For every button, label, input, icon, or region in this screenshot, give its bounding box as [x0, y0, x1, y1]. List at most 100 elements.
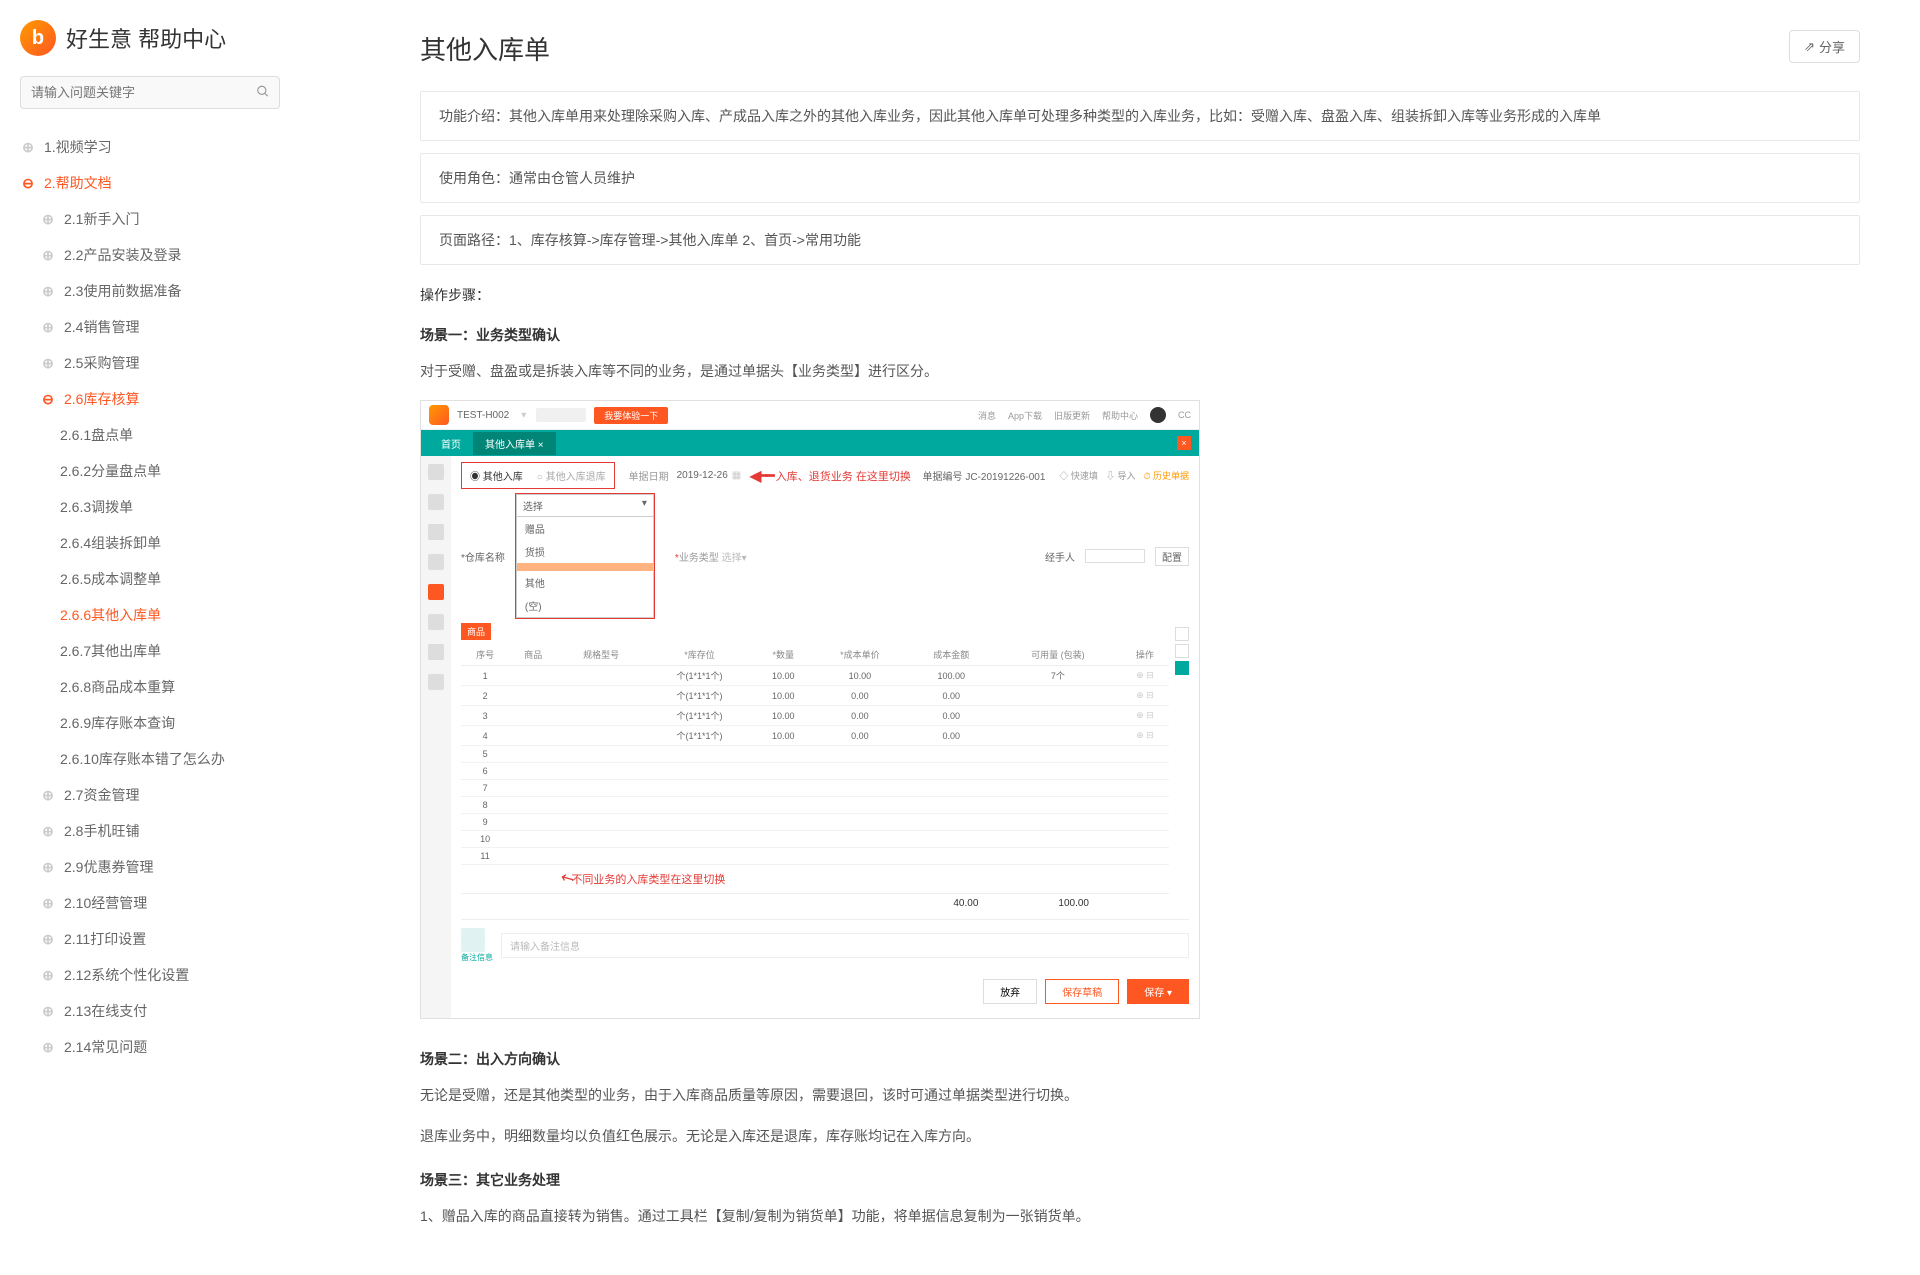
nav-2-6-6[interactable]: 2.6.6其他入库单	[20, 597, 300, 633]
ss-nav-icon	[428, 674, 444, 690]
cell: 个(1*1*1个)	[645, 686, 754, 706]
th: *数量	[754, 644, 812, 666]
nav-2-14[interactable]: ⊕2.14常见问题	[20, 1029, 300, 1065]
plus-icon: ⊕	[40, 355, 56, 371]
nav-video[interactable]: ⊕1.视频学习	[20, 129, 300, 165]
nav-2-7[interactable]: ⊕2.7资金管理	[20, 777, 300, 813]
share-icon: ⇗	[1804, 39, 1815, 55]
nav-label: 2.6.4组装拆卸单	[60, 533, 161, 553]
ss-tool-import: ⇩ 导入	[1106, 469, 1136, 482]
table-row: 4个(1*1*1个)10.000.000.00⊕ ⊟	[461, 726, 1169, 746]
nav-2-6-10[interactable]: 2.6.10库存账本错了怎么办	[20, 741, 300, 777]
nav-2-3[interactable]: ⊕2.3使用前数据准备	[20, 273, 300, 309]
ss-search	[536, 408, 586, 422]
logo-icon: b	[20, 20, 56, 56]
role-box: 使用角色：通常由仓管人员维护	[420, 153, 1860, 203]
nav-2-6-8[interactable]: 2.6.8商品成本重算	[20, 669, 300, 705]
nav-label: 2.6.8商品成本重算	[60, 677, 175, 697]
table-row: 11	[461, 848, 1169, 865]
nav-2-4[interactable]: ⊕2.4销售管理	[20, 309, 300, 345]
nav-2-6-7[interactable]: 2.6.7其他出库单	[20, 633, 300, 669]
nav-2-2[interactable]: ⊕2.2产品安装及登录	[20, 237, 300, 273]
scene2-text2: 退库业务中，明细数量均以负值红色展示。无论是入库还是退库，库存账均记在入库方向。	[420, 1124, 1860, 1149]
nav-2-13[interactable]: ⊕2.13在线支付	[20, 993, 300, 1029]
path-box: 页面路径：1、库存核算->库存管理->其他入库单 2、首页->常用功能	[420, 215, 1860, 265]
ss-actions: 放弃 保存草稿 保存 ▾	[461, 971, 1189, 1012]
nav-label: 2.7资金管理	[64, 785, 139, 805]
cell: ⊕ ⊟	[1121, 686, 1169, 706]
cell: 0.00	[812, 686, 907, 706]
ss-tab-goods: 商品	[461, 623, 491, 640]
nav-2-6-3[interactable]: 2.6.3调拨单	[20, 489, 300, 525]
nav-2-1[interactable]: ⊕2.1新手入门	[20, 201, 300, 237]
search-icon[interactable]	[256, 84, 270, 101]
plus-icon: ⊕	[40, 211, 56, 227]
ss-annotation2: 不同业务的入库类型在这里切换	[571, 871, 725, 887]
nav-label: 2.6.1盘点单	[60, 425, 133, 445]
ss-annotation1: 入库、退货业务 在这里切换	[776, 468, 911, 484]
ss-logo-icon	[429, 405, 449, 425]
logo-area: b 好生意 帮助中心	[20, 20, 300, 56]
nav-2-12[interactable]: ⊕2.12系统个性化设置	[20, 957, 300, 993]
share-button[interactable]: ⇗ 分享	[1789, 30, 1860, 63]
table-row: 1个(1*1*1个)10.0010.00100.007个⊕ ⊟	[461, 666, 1169, 686]
nav-helpdoc[interactable]: ⊖2.帮助文档	[20, 165, 300, 201]
ss-red-highlight-box: ◉ 其他入库 ○ 其他入库退库	[461, 462, 615, 489]
ss-upgrade: 旧版更新	[1054, 409, 1090, 422]
ss-remark-label: 备注信息	[461, 952, 493, 963]
ss-body: ◉ 其他入库 ○ 其他入库退库 单据日期 2019-12-26 ▦ ◀━━ 入库…	[421, 456, 1199, 1018]
nav-label: 1.视频学习	[44, 137, 112, 157]
scene3-title: 场景三：其它业务处理	[420, 1170, 1860, 1190]
ss-tool-icon	[1175, 644, 1189, 658]
nav-2-9[interactable]: ⊕2.9优惠券管理	[20, 849, 300, 885]
nav-2-8[interactable]: ⊕2.8手机旺铺	[20, 813, 300, 849]
ss-dd-item: 其他	[517, 571, 653, 594]
nav-label: 2.6.5成本调整单	[60, 569, 161, 589]
plus-icon: ⊕	[40, 319, 56, 335]
nav-label: 2.帮助文档	[44, 173, 112, 193]
label: 快速填	[1071, 471, 1098, 481]
th: *成本单价	[812, 644, 907, 666]
nav-label: 2.6.6其他入库单	[60, 605, 161, 625]
nav-2-6-9[interactable]: 2.6.9库存账本查询	[20, 705, 300, 741]
ss-handler-input	[1085, 549, 1145, 563]
nav-2-6-5[interactable]: 2.6.5成本调整单	[20, 561, 300, 597]
nav-2-6-2[interactable]: 2.6.2分量盘点单	[20, 453, 300, 489]
ss-help: 帮助中心	[1102, 409, 1138, 422]
ss-remark-icon	[461, 928, 485, 952]
cell: 0.00	[907, 726, 995, 746]
cell	[557, 666, 645, 686]
nav-label: 2.6.3调拨单	[60, 497, 133, 517]
ss-topbar: TEST-H002 ▾ 我要体验一下 消息 App下载 旧版更新 帮助中心 CC	[421, 401, 1199, 430]
ss-experience-btn: 我要体验一下	[594, 407, 668, 424]
nav-2-5[interactable]: ⊕2.5采购管理	[20, 345, 300, 381]
th: 成本金额	[907, 644, 995, 666]
ss-company: TEST-H002	[457, 410, 509, 421]
cell	[557, 706, 645, 726]
ss-discard-btn: 放弃	[983, 979, 1037, 1004]
ss-radio1-label: 其他入库	[483, 472, 523, 483]
search-box	[20, 76, 280, 109]
nav-2-11[interactable]: ⊕2.11打印设置	[20, 921, 300, 957]
label: 保存	[1144, 988, 1164, 999]
nav-label: 2.11打印设置	[64, 929, 146, 949]
cell	[509, 848, 1169, 865]
search-input[interactable]	[20, 76, 280, 109]
ss-biztype-wrapper: 选择 ▾ 赠品 货损 其他 (空)	[515, 493, 655, 619]
nav-2-6-1[interactable]: 2.6.1盘点单	[20, 417, 300, 453]
cell: 10.00	[754, 726, 812, 746]
ss-tool-icon-active	[1175, 661, 1189, 675]
table-row: 7	[461, 780, 1169, 797]
embedded-screenshot: TEST-H002 ▾ 我要体验一下 消息 App下载 旧版更新 帮助中心 CC…	[420, 400, 1200, 1019]
ss-total-amount: 100.00	[1058, 898, 1089, 909]
ss-biztype-lbl2: *业务类型 选择▾	[675, 549, 747, 564]
nav-2-10[interactable]: ⊕2.10经营管理	[20, 885, 300, 921]
ss-dd-item: 赠品	[517, 517, 653, 540]
scene2-title: 场景二：出入方向确认	[420, 1049, 1860, 1069]
nav-2-6-4[interactable]: 2.6.4组装拆卸单	[20, 525, 300, 561]
cell: 5	[461, 746, 509, 763]
ss-sidenav	[421, 456, 451, 1018]
nav-2-6[interactable]: ⊖2.6库存核算	[20, 381, 300, 417]
ss-avatar-icon	[1150, 407, 1166, 423]
scene3-text: 1、赠品入库的商品直接转为销售。通过工具栏【复制/复制为销货单】功能，将单据信息…	[420, 1204, 1860, 1229]
